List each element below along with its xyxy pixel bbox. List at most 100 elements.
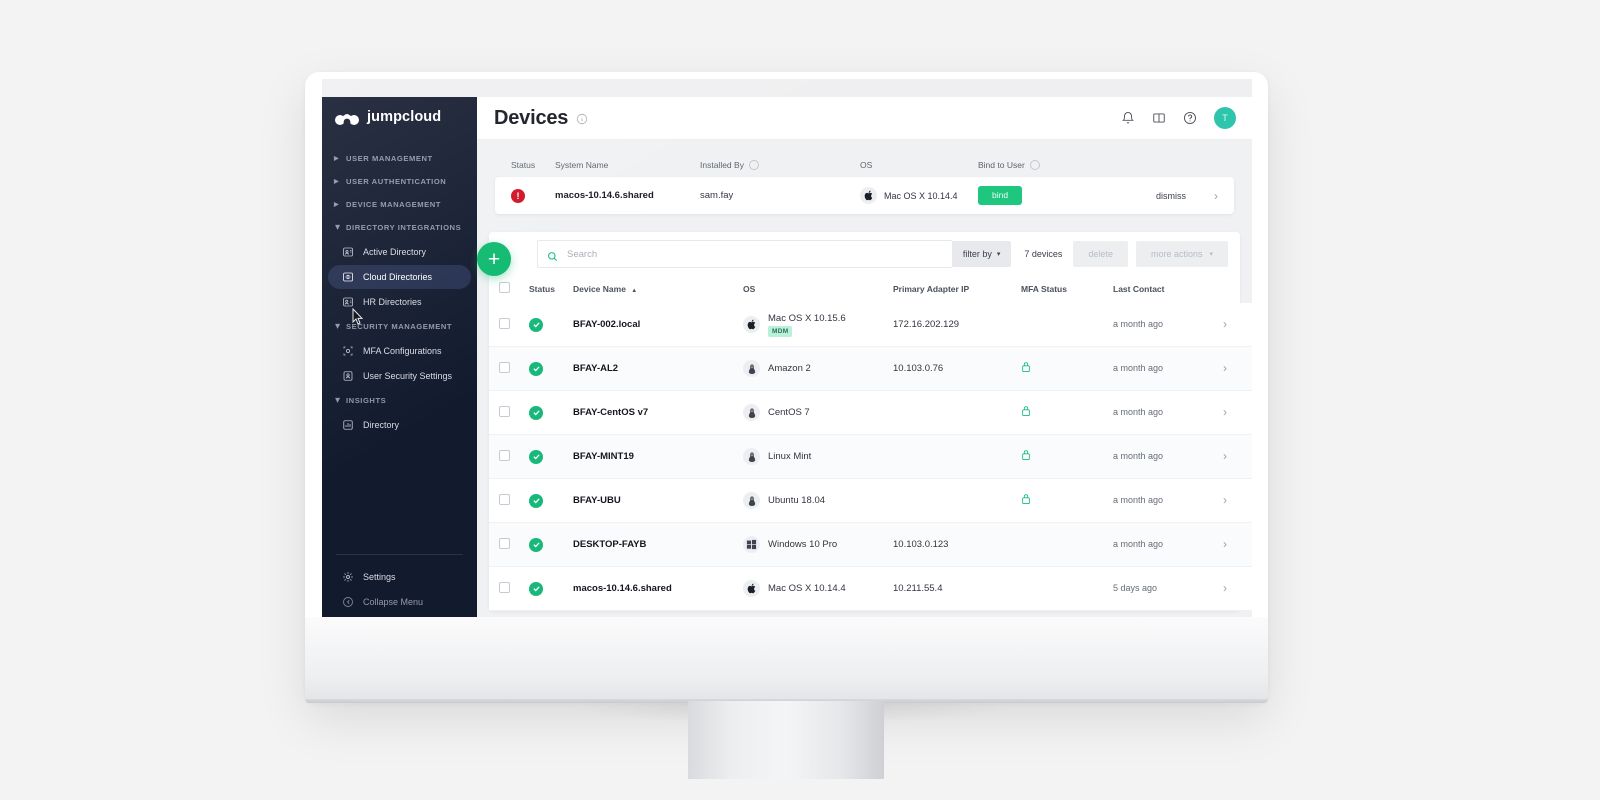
chevron-right-icon: ▶ [334,155,340,162]
chevron-right-icon[interactable]: › [1223,317,1227,331]
sidebar-item-collapse-menu[interactable]: Collapse Menu [328,590,471,614]
pending-os-label: Mac OS X 10.14.4 [884,190,958,201]
pending-col-bind-label: Bind to User [978,160,1025,170]
col-device-name-label: Device Name [573,283,626,294]
pending-col-status: Status [511,160,536,170]
device-name: BFAY-UBU [573,495,621,506]
sidebar-group-security-management[interactable]: ▶ SECURITY MANAGEMENT [322,315,477,338]
bind-button[interactable]: bind [978,186,1023,205]
sidebar-group-directory-integrations[interactable]: ▶ DIRECTORY INTEGRATIONS [322,216,477,239]
row-ip-cell: 10.103.0.76 [893,347,1021,391]
col-last-contact[interactable]: Last Contact [1113,276,1223,303]
chevron-right-icon[interactable]: › [1223,449,1227,463]
row-checkbox[interactable] [499,537,510,549]
row-checkbox[interactable] [499,493,510,505]
book-icon[interactable] [1152,111,1166,125]
col-primary-adapter-ip[interactable]: Primary Adapter IP [893,276,1021,303]
devices-table: Status Device Name ▲ OS Primary Adapter … [489,276,1252,611]
chevron-right-icon[interactable]: › [1223,493,1227,507]
pending-devices-panel: Status System Name Installed By OS Bind … [477,140,1252,214]
table-row[interactable]: macos-10.14.6.shared Mac OS X 10.14.4 10.2… [489,566,1252,611]
chevron-down-icon: ▶ [334,397,340,403]
table-row[interactable]: BFAY-MINT19 Linux Mint a month ago › [489,434,1252,479]
sidebar: jumpcloud ▶ USER MANAGEMENT ▶ USER AUTHENTI… [322,97,477,617]
devices-card: + filter by ▾ [477,232,1252,611]
topbar: Devices T [477,97,1252,140]
row-checkbox[interactable] [499,361,510,373]
gear-icon [342,571,354,583]
row-os-cell: Windows 10 Pro [743,523,893,567]
sidebar-group-device-management[interactable]: ▶ DEVICE MANAGEMENT [322,193,477,216]
sidebar-item-settings[interactable]: Settings [328,565,471,589]
row-ip-cell: 172.16.202.129 [893,303,1021,347]
row-checkbox[interactable] [499,405,510,417]
add-device-button[interactable]: + [477,242,511,276]
search-box[interactable] [537,240,953,268]
os-text: CentOS 7 [768,407,810,418]
table-row[interactable]: BFAY-002.local Mac OS X 10.15.6 MDM 172.16.… [489,303,1252,347]
row-checkbox[interactable] [499,317,510,329]
pending-system-name: macos-10.14.6.shared [555,190,654,201]
topbar-actions: T [1121,107,1236,129]
chevron-right-icon[interactable]: › [1214,190,1218,202]
primary-adapter-ip: 10.103.0.76 [893,363,944,374]
info-icon[interactable] [748,160,759,170]
sidebar-group-user-management[interactable]: ▶ USER MANAGEMENT [322,147,477,170]
table-row[interactable]: DESKTOP-FAYB Windows 10 Pro 10.103.0.123 a … [489,522,1252,567]
linux-icon [743,404,760,421]
chevron-right-icon[interactable]: › [1223,581,1227,595]
dismiss-button[interactable]: dismiss [1156,191,1186,201]
col-os[interactable]: OS [743,276,893,303]
filter-by-dropdown[interactable]: filter by ▾ [951,241,1012,267]
apple-icon [743,316,760,333]
sidebar-item-user-security-settings[interactable]: User Security Settings [328,364,471,388]
row-actions-cell: › [1223,479,1252,523]
chevron-right-icon[interactable]: › [1223,537,1227,551]
row-last-contact-cell: a month ago [1113,303,1223,347]
browser-chrome-strip [322,79,1252,97]
row-checkbox[interactable] [499,581,510,593]
sidebar-item-active-directory[interactable]: Active Directory [328,240,471,264]
row-checkbox[interactable] [499,449,510,461]
sidebar-item-cloud-directories[interactable]: Cloud Directories [328,265,471,289]
sidebar-item-hr-directories[interactable]: HR Directories [328,290,471,314]
select-all-checkbox[interactable] [499,282,510,293]
sidebar-item-label: MFA Configurations [363,346,442,356]
os-cell: Mac OS X 10.14.4 [743,580,893,597]
apple-icon [860,187,877,204]
linux-icon [743,360,760,377]
help-icon[interactable] [1183,111,1197,125]
brand-logo-link[interactable]: jumpcloud [322,97,477,137]
row-status-cell [529,391,573,435]
row-status-cell [529,567,573,611]
avatar[interactable]: T [1214,107,1236,129]
notifications-icon[interactable] [1121,111,1135,125]
col-status[interactable]: Status [529,276,573,303]
sidebar-group-insights[interactable]: ▶ INSIGHTS [322,389,477,412]
table-row[interactable]: BFAY-CentOS v7 CentOS 7 a month ago › [489,390,1252,435]
more-actions-button[interactable]: more actions ▾ [1135,241,1228,267]
info-icon[interactable] [576,112,588,125]
sidebar-group-label: DEVICE MANAGEMENT [346,200,441,209]
search-input[interactable] [565,247,943,261]
chevron-right-icon[interactable]: › [1223,405,1227,419]
sidebar-item-directory[interactable]: Directory [328,413,471,437]
pending-status-cell: ! [511,188,555,203]
hr-directories-icon [342,296,354,308]
col-device-name[interactable]: Device Name ▲ [573,276,743,303]
col-mfa-status[interactable]: MFA Status [1021,276,1113,303]
row-os-cell: Mac OS X 10.14.4 [743,567,893,611]
status-ok-icon [529,581,543,596]
info-icon[interactable] [1029,160,1040,170]
device-name: BFAY-MINT19 [573,451,634,462]
delete-button[interactable]: delete [1073,241,1128,267]
chevron-right-icon[interactable]: › [1223,361,1227,375]
brand-name: jumpcloud [367,109,442,125]
row-last-contact-cell: a month ago [1113,347,1223,391]
table-row[interactable]: BFAY-AL2 Amazon 2 10.103.0.76 a month ago › [489,346,1252,391]
sidebar-nav: ▶ USER MANAGEMENT ▶ USER AUTHENTICATION ▶ DEV… [322,147,477,437]
table-row[interactable]: BFAY-UBU Ubuntu 18.04 a month ago › [489,478,1252,523]
sidebar-item-mfa-configurations[interactable]: MFA Configurations [328,339,471,363]
pending-device-row[interactable]: ! macos-10.14.6.shared sam.fay Mac OS X … [495,177,1234,214]
sidebar-group-user-authentication[interactable]: ▶ USER AUTHENTICATION [322,170,477,193]
